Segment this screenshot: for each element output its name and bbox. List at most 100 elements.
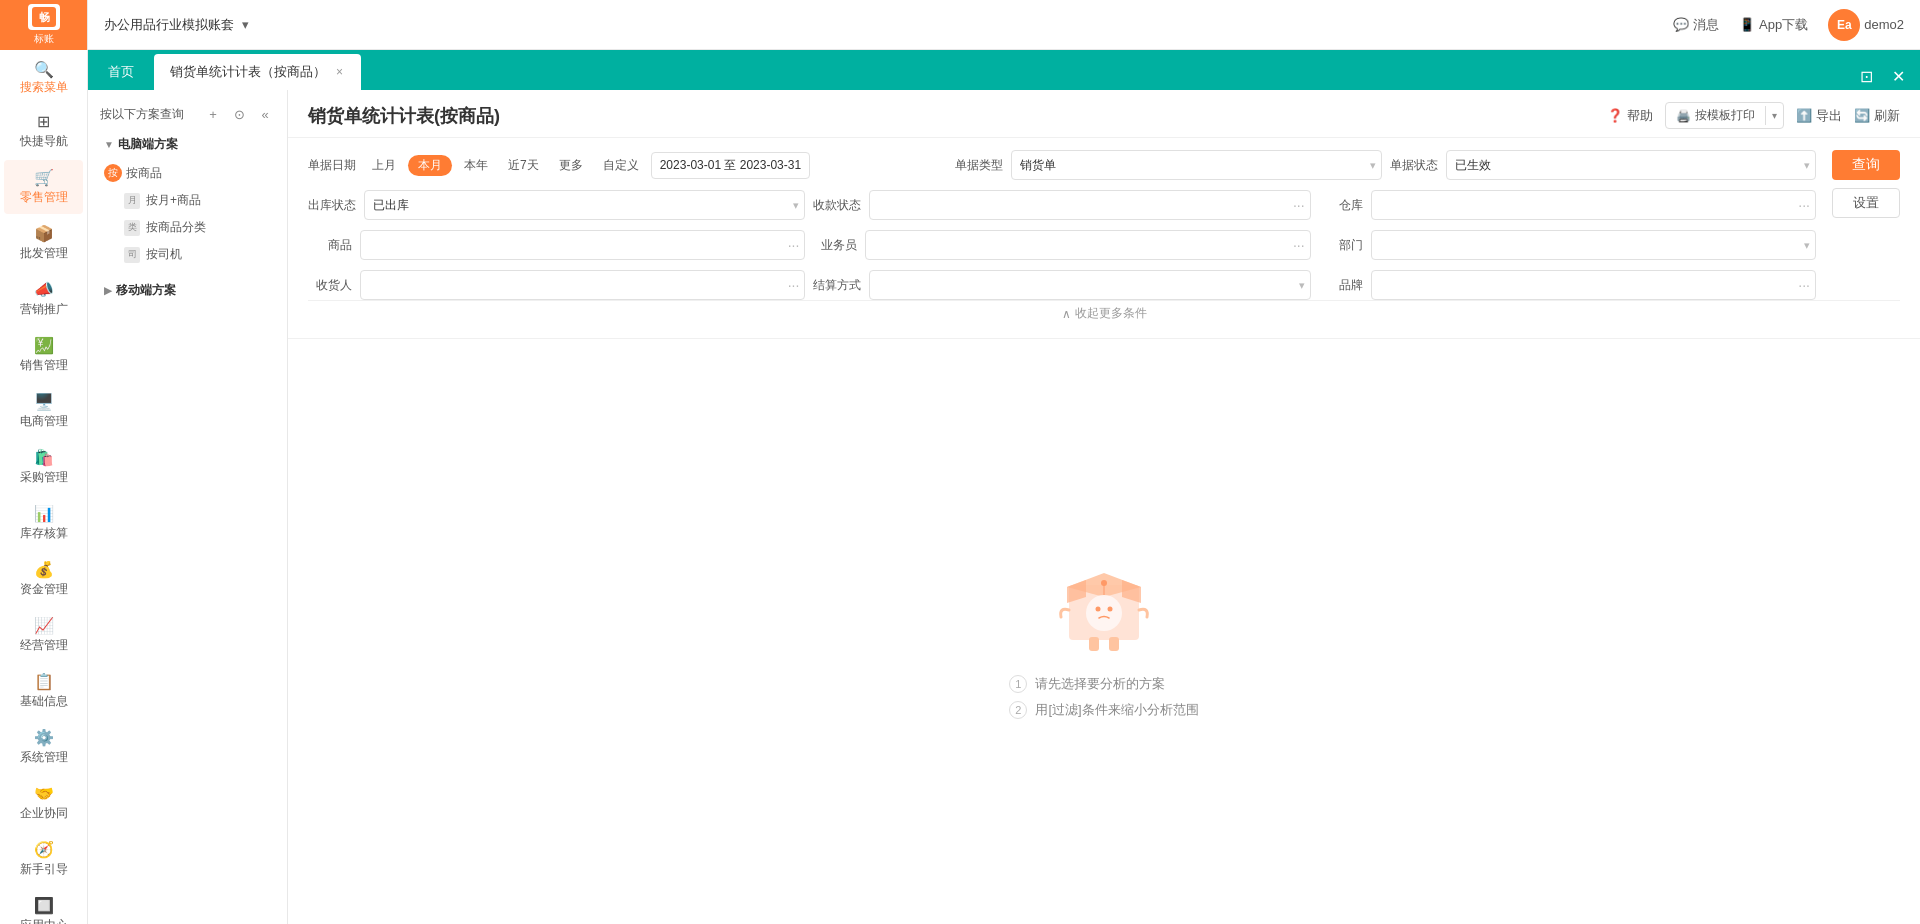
pc-section-header[interactable]: ▼ 电脑端方案 — [96, 130, 279, 159]
message-btn[interactable]: 💬 消息 — [1673, 16, 1719, 34]
add-scheme-btn[interactable]: + — [203, 104, 223, 124]
sidebar-item-sales[interactable]: 💹 销售管理 — [4, 328, 83, 382]
sidebar-item-finance[interactable]: 💰 资金管理 — [4, 552, 83, 606]
docstatus-control-wrap: 已生效 ▾ — [1446, 150, 1816, 180]
settings-scheme-btn[interactable]: ⊙ — [229, 104, 249, 124]
settlement-select[interactable]: ▾ — [869, 270, 1310, 300]
header-right: 💬 消息 📱 App下载 Ea demo2 — [1673, 9, 1904, 41]
search-label: 搜索菜单 — [20, 79, 68, 96]
setting-button[interactable]: 设置 — [1832, 188, 1900, 218]
print-btn-group: 🖨️ 按模板打印 ▾ — [1665, 102, 1784, 129]
settings-icon: ⊙ — [234, 107, 245, 122]
filter-fields: 单据日期 上月 本月 本年 近7天 更多 自定义 2023-03-01 至 20… — [308, 150, 1816, 300]
sidebar-item-inventory[interactable]: 📊 库存核算 — [4, 496, 83, 550]
doctype-select[interactable]: 销货单 ▾ — [1011, 150, 1381, 180]
print-btn[interactable]: 🖨️ 按模板打印 — [1666, 103, 1765, 128]
tree-sub-item-category[interactable]: 类 按商品分类 — [96, 214, 279, 241]
collapse-bar[interactable]: ∧ 收起更多条件 — [308, 300, 1900, 326]
sidebar-item-quicknav[interactable]: ⊞ 快捷导航 — [4, 104, 83, 158]
svg-point-3 — [1086, 595, 1122, 631]
help-label: 帮助 — [1627, 107, 1653, 125]
goods-select[interactable]: ··· — [360, 230, 805, 260]
receiver-control-wrap: ··· — [360, 270, 805, 300]
sub-icon-driver: 司 — [124, 247, 140, 263]
query-button[interactable]: 查询 — [1832, 150, 1900, 180]
tab-active[interactable]: 销货单统计计表（按商品） × — [154, 54, 361, 90]
app-download-btn[interactable]: 📱 App下载 — [1739, 16, 1808, 34]
custom-btn[interactable]: 自定义 — [595, 155, 647, 176]
storage-field-group: 出库状态 已出库 ▾ — [308, 190, 805, 220]
step2-num: 2 — [1009, 701, 1027, 719]
brand-select[interactable]: ··· — [1371, 270, 1816, 300]
tab-close-icon[interactable]: × — [334, 63, 345, 81]
sidebar-item-purchase[interactable]: 🛍️ 采购管理 — [4, 440, 83, 494]
warehouse-select[interactable]: ··· — [1371, 190, 1816, 220]
sidebar-item-business[interactable]: 📈 经营管理 — [4, 608, 83, 662]
goods-field-group: 商品 ··· — [308, 230, 805, 260]
mobile-section-header[interactable]: ▶ 移动端方案 — [96, 276, 279, 305]
sidebar-item-appcenter[interactable]: 🔲 应用中心 — [4, 888, 83, 924]
sidebar-item-retail[interactable]: 🛒 零售管理 — [4, 160, 83, 214]
doctype-arrow: ▾ — [1370, 159, 1376, 172]
tree-item-by-goods[interactable]: 按 按商品 — [96, 159, 279, 187]
more-btn[interactable]: 更多 — [551, 155, 591, 176]
sidebar-item-enterprise[interactable]: 🤝 企业协同 — [4, 776, 83, 830]
docstatus-select[interactable]: 已生效 ▾ — [1446, 150, 1816, 180]
settlement-field-group: 结算方式 ▾ — [813, 270, 1310, 300]
salesperson-select[interactable]: ··· — [865, 230, 1310, 260]
ecommerce-label: 电商管理 — [20, 413, 68, 430]
help-btn[interactable]: ❓ 帮助 — [1607, 107, 1653, 125]
this-month-btn[interactable]: 本月 — [408, 155, 452, 176]
brand-field-group: 品牌 ··· — [1319, 270, 1816, 300]
sidebar-item-newuser[interactable]: 🧭 新手引导 — [4, 832, 83, 886]
payment-label: 收款状态 — [813, 197, 861, 214]
sidebar-item-system[interactable]: ⚙️ 系统管理 — [4, 720, 83, 774]
tab-close-btn[interactable]: ✕ — [1884, 62, 1912, 90]
docstatus-label: 单据状态 — [1390, 157, 1438, 174]
storage-control-wrap: 已出库 ▾ — [364, 190, 805, 220]
this-year-btn[interactable]: 本年 — [456, 155, 496, 176]
doctype-value: 销货单 — [1020, 157, 1056, 174]
panel-header-icons: + ⊙ « — [203, 104, 275, 124]
tree-sub-item-driver[interactable]: 司 按司机 — [96, 241, 279, 268]
sidebar-navigation: 🔍 搜索菜单 ⊞ 快捷导航 🛒 零售管理 📦 批发管理 📣 营销推广 💹 销售管… — [0, 50, 87, 924]
print-dropdown-btn[interactable]: ▾ — [1765, 106, 1783, 125]
collapse-panel-btn[interactable]: « — [255, 104, 275, 124]
tree-sub-item-month-goods[interactable]: 月 按月+商品 — [96, 187, 279, 214]
sidebar-item-ecommerce[interactable]: 🖥️ 电商管理 — [4, 384, 83, 438]
refresh-btn[interactable]: 🔄 刷新 — [1854, 107, 1900, 125]
receiver-select[interactable]: ··· — [360, 270, 805, 300]
left-panel: 按以下方案查询 + ⊙ « ▼ 电脑端方案 — [88, 90, 288, 924]
enterprise-label: 企业协同 — [20, 805, 68, 822]
newuser-label: 新手引导 — [20, 861, 68, 878]
last-month-btn[interactable]: 上月 — [364, 155, 404, 176]
payment-control-wrap: ··· — [869, 190, 1310, 220]
industry-dropdown-icon[interactable]: ▾ — [242, 17, 249, 32]
tab-home[interactable]: 首页 — [92, 54, 150, 90]
step2-text: 用[过滤]条件来缩小分析范围 — [1035, 701, 1198, 719]
app-download-label: App下载 — [1759, 16, 1808, 34]
payment-field-group: 收款状态 ··· — [813, 190, 1310, 220]
export-btn[interactable]: ⬆️ 导出 — [1796, 107, 1842, 125]
export-icon: ⬆️ — [1796, 108, 1812, 123]
tab-restore-btn[interactable]: ⊡ — [1852, 62, 1880, 90]
payment-select[interactable]: ··· — [869, 190, 1310, 220]
item-label-goods: 按商品 — [126, 165, 162, 182]
storage-value: 已出库 — [373, 197, 409, 214]
quicknav-label: 快捷导航 — [20, 133, 68, 150]
top-header: 办公用品行业模拟账套 ▾ 💬 消息 📱 App下载 Ea demo2 — [88, 0, 1920, 50]
filter-row-2: 出库状态 已出库 ▾ 收款状态 — [308, 190, 1816, 220]
title-actions: ❓ 帮助 🖨️ 按模板打印 ▾ ⬆️ 导出 — [1607, 102, 1900, 129]
sidebar-item-marketing[interactable]: 📣 营销推广 — [4, 272, 83, 326]
business-icon: 📈 — [34, 616, 54, 635]
department-select[interactable]: ▾ — [1371, 230, 1816, 260]
doctype-field-group: 单据类型 销货单 ▾ — [955, 150, 1381, 180]
user-area[interactable]: Ea demo2 — [1828, 9, 1904, 41]
enterprise-icon: 🤝 — [34, 784, 54, 803]
warehouse-field-group: 仓库 ··· — [1319, 190, 1816, 220]
last-7-days-btn[interactable]: 近7天 — [500, 155, 547, 176]
sidebar-item-search[interactable]: 🔍 搜索菜单 — [0, 54, 87, 102]
storage-select[interactable]: 已出库 ▾ — [364, 190, 805, 220]
sidebar-item-wholesale[interactable]: 📦 批发管理 — [4, 216, 83, 270]
sidebar-item-basicinfo[interactable]: 📋 基础信息 — [4, 664, 83, 718]
